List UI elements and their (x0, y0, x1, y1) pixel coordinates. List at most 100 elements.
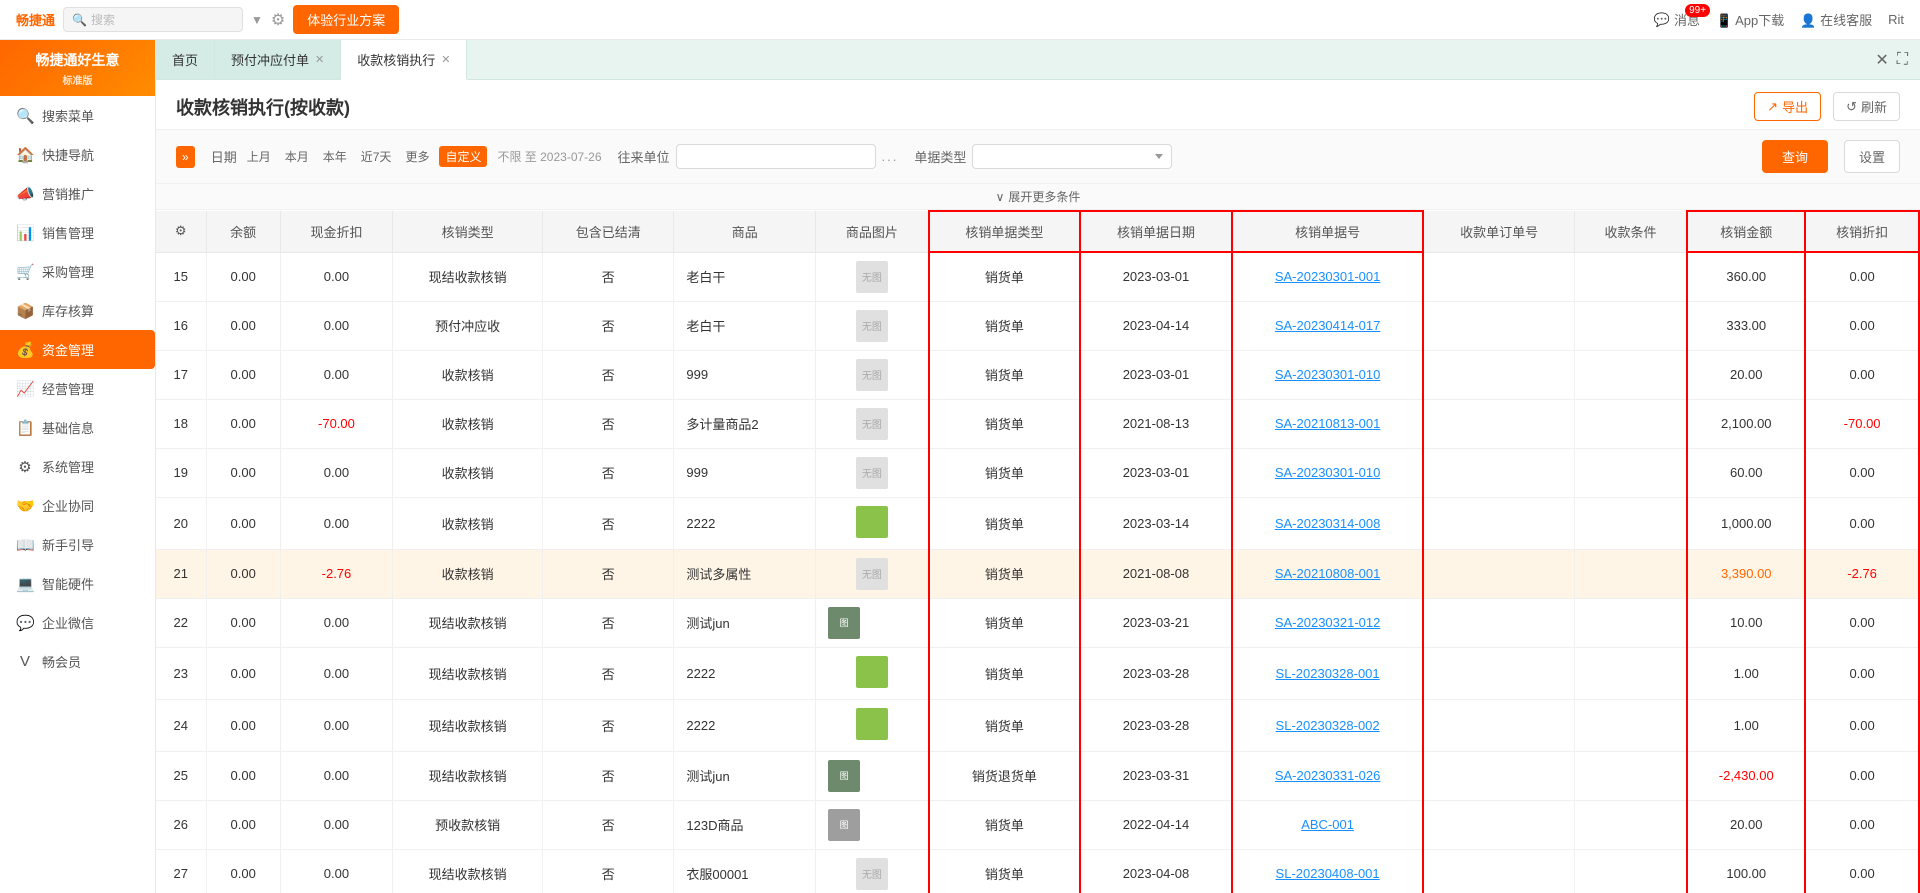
cell-bill-no[interactable]: SL-20230328-002 (1232, 699, 1424, 751)
sidebar-item-sales[interactable]: 📊 销售管理 (0, 213, 155, 252)
cell-payment-term (1574, 350, 1687, 399)
cell-goods: 多计量商品2 (674, 399, 816, 448)
expand-conditions-button[interactable]: ∨ 展开更多条件 (996, 188, 1081, 205)
tab-collection[interactable]: 收款核销执行 ✕ (341, 40, 467, 80)
cell-bill-no[interactable]: SA-20230331-026 (1232, 751, 1424, 800)
sidebar-item-weixin[interactable]: 💬 企业微信 (0, 603, 155, 642)
sidebar-item-purchase[interactable]: 🛒 采购管理 (0, 252, 155, 291)
sidebar-item-search[interactable]: 🔍 搜索菜单 (0, 96, 155, 135)
col-cash-discount: 现金折扣 (280, 211, 392, 252)
user-info[interactable]: Rit (1888, 12, 1904, 27)
sidebar-label-finance: 资金管理 (42, 340, 94, 359)
cell-bill-no[interactable]: SA-20230301-010 (1232, 448, 1424, 497)
sidebar-item-operations[interactable]: 📈 经营管理 (0, 369, 155, 408)
tab-prepayment-close-icon[interactable]: ✕ (315, 53, 324, 66)
cell-bill-date: 2023-03-01 (1080, 350, 1232, 399)
export-button[interactable]: ↗ 导出 (1754, 92, 1821, 121)
sidebar-item-finance[interactable]: 💰 资金管理 (0, 330, 155, 369)
cell-image: 无图 (816, 448, 929, 497)
cell-discount: -2.76 (1805, 549, 1919, 598)
tab-home[interactable]: 首页 (156, 40, 215, 79)
refresh-button[interactable]: ↺ 刷新 (1833, 92, 1900, 121)
more-date-btn[interactable]: 更多 (401, 146, 433, 167)
cell-type: 预付冲应收 (393, 301, 543, 350)
industry-solution-button[interactable]: 体验行业方案 (293, 5, 399, 34)
partner-input[interactable] (676, 144, 876, 169)
sidebar-item-system[interactable]: ⚙ 系统管理 (0, 447, 155, 486)
cell-settled: 否 (543, 497, 674, 549)
cell-discount: 0.00 (1805, 699, 1919, 751)
app-download-link[interactable]: 📱 App下载 (1716, 10, 1784, 29)
sidebar-label-nav: 快捷导航 (42, 145, 94, 164)
cell-balance: 0.00 (206, 751, 280, 800)
date-label: 日期 (211, 147, 237, 166)
cell-bill-date: 2023-03-28 (1080, 699, 1232, 751)
filter-toggle-button[interactable]: » (176, 146, 195, 168)
cell-balance: 0.00 (206, 647, 280, 699)
dropdown-toggle[interactable]: ▼ (251, 13, 263, 27)
sidebar-item-vip[interactable]: V 畅会员 (0, 642, 155, 681)
sidebar-item-basics[interactable]: 📋 基础信息 (0, 408, 155, 447)
sidebar-label-sales: 销售管理 (42, 223, 94, 242)
sidebar-logo: 畅捷通好生意 标准版 (0, 40, 155, 96)
cell-bill-no[interactable]: SL-20230408-001 (1232, 849, 1424, 893)
cell-bill-type: 销货退货单 (929, 751, 1081, 800)
cell-settled: 否 (543, 350, 674, 399)
cell-image: 图 (816, 598, 929, 647)
last7days-btn[interactable]: 近7天 (357, 146, 396, 167)
last-month-btn[interactable]: 上月 (243, 146, 275, 167)
tab-collection-close-icon[interactable]: ✕ (441, 53, 450, 66)
settings-gear-icon[interactable]: ⚙ (271, 10, 285, 30)
top-bar: 畅捷通 🔍搜索 ▼ ⚙ 体验行业方案 💬 消息 99+ 📱 App下载 👤 在线… (0, 0, 1920, 40)
cell-id: 26 (156, 800, 206, 849)
cell-bill-type: 销货单 (929, 497, 1081, 549)
cell-discount: 0.00 (1805, 252, 1919, 301)
cell-id: 23 (156, 647, 206, 699)
cell-bill-no[interactable]: SA-20210813-001 (1232, 399, 1424, 448)
col-bill-no: 核销单据号 (1232, 211, 1424, 252)
cell-bill-no[interactable]: SA-20230301-010 (1232, 350, 1424, 399)
sidebar-item-inventory[interactable]: 📦 库存核算 (0, 291, 155, 330)
cell-bill-no[interactable]: SL-20230328-001 (1232, 647, 1424, 699)
cell-image: 无图 (816, 549, 929, 598)
cell-bill-no[interactable]: SA-20230314-008 (1232, 497, 1424, 549)
cell-bill-no[interactable]: SA-20210808-001 (1232, 549, 1424, 598)
tab-close-all-icon[interactable]: ✕ (1875, 50, 1888, 70)
settings-button[interactable]: 设置 (1844, 140, 1900, 173)
tab-home-label: 首页 (172, 50, 198, 69)
cell-bill-no[interactable]: SA-20230301-001 (1232, 252, 1424, 301)
online-service-link[interactable]: 👤 在线客服 (1800, 10, 1872, 29)
tab-expand-icon[interactable]: ⛶ (1897, 51, 1908, 69)
cell-bill-no[interactable]: ABC-001 (1232, 800, 1424, 849)
custom-date-btn[interactable]: 自定义 (439, 146, 487, 167)
weixin-icon: 💬 (16, 614, 34, 632)
sidebar-label-basics: 基础信息 (42, 418, 94, 437)
tab-prepayment[interactable]: 预付冲应付单 ✕ (215, 40, 341, 79)
cell-bill-type: 销货单 (929, 647, 1081, 699)
expand-label: 展开更多条件 (1008, 188, 1080, 205)
cell-bill-no[interactable]: SA-20230321-012 (1232, 598, 1424, 647)
sidebar-item-marketing[interactable]: 📣 营销推广 (0, 174, 155, 213)
sidebar-item-hardware[interactable]: 💻 智能硬件 (0, 564, 155, 603)
cell-cash-discount: 0.00 (280, 751, 392, 800)
cell-payment-term (1574, 849, 1687, 893)
this-month-btn[interactable]: 本月 (281, 146, 313, 167)
sidebar-item-guide[interactable]: 📖 新手引导 (0, 525, 155, 564)
tab-bar-actions: ✕ ⛶ (1863, 40, 1920, 79)
cell-goods: 999 (674, 350, 816, 399)
col-gear[interactable]: ⚙ (156, 211, 206, 252)
cell-amount: 60.00 (1687, 448, 1805, 497)
cell-order-no (1423, 301, 1574, 350)
cell-amount: 1,000.00 (1687, 497, 1805, 549)
query-button[interactable]: 查询 (1762, 140, 1828, 173)
sidebar-item-nav[interactable]: 🏠 快捷导航 (0, 135, 155, 174)
cell-balance: 0.00 (206, 252, 280, 301)
sidebar-item-collab[interactable]: 🤝 企业协同 (0, 486, 155, 525)
cell-id: 20 (156, 497, 206, 549)
cell-payment-term (1574, 549, 1687, 598)
messages-badge[interactable]: 💬 消息 99+ (1654, 10, 1700, 29)
this-year-btn[interactable]: 本年 (319, 146, 351, 167)
bill-type-select[interactable]: 销货单 销货退货单 (972, 144, 1172, 169)
table-container[interactable]: ⚙ 余额 现金折扣 核销类型 包含已结清 商品 商品图片 核销单据类型 核销单据… (156, 210, 1920, 893)
cell-bill-no[interactable]: SA-20230414-017 (1232, 301, 1424, 350)
